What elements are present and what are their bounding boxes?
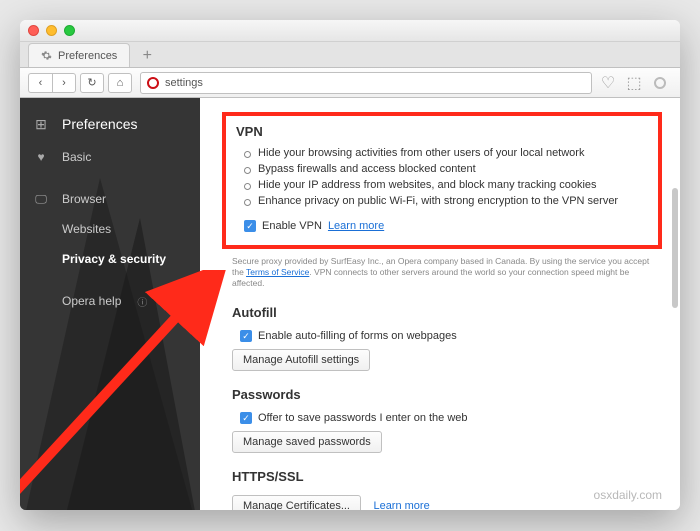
autofill-section: Autofill ✓ Enable auto-filling of forms … bbox=[222, 299, 662, 381]
enable-vpn-label: Enable VPN bbox=[262, 220, 322, 232]
manage-autofill-button[interactable]: Manage Autofill settings bbox=[232, 349, 370, 371]
manage-certificates-button[interactable]: Manage Certificates... bbox=[232, 495, 361, 510]
address-bar[interactable]: settings bbox=[140, 72, 592, 94]
address-text: settings bbox=[165, 77, 203, 89]
toolbar: ‹ › ↻ ⌂ settings ♡ ⬚ bbox=[20, 68, 680, 98]
watermark: osxdaily.com bbox=[594, 488, 662, 502]
gear-icon bbox=[41, 50, 52, 61]
forward-button[interactable]: › bbox=[52, 73, 76, 93]
scrollbar-thumb[interactable] bbox=[672, 188, 678, 308]
terms-link[interactable]: Terms of Service bbox=[246, 267, 309, 277]
reload-button[interactable]: ↻ bbox=[80, 73, 104, 93]
vpn-highlight-box: VPN Hide your browsing activities from o… bbox=[222, 112, 662, 249]
tab-preferences[interactable]: Preferences bbox=[28, 43, 130, 67]
vpn-bullet: Hide your browsing activities from other… bbox=[244, 145, 648, 161]
browser-window: Preferences + ‹ › ↻ ⌂ settings ♡ ⬚ ⊞ Pre… bbox=[20, 20, 680, 510]
grid-icon: ⊞ bbox=[34, 116, 48, 133]
sidebar-header: ⊞ Preferences bbox=[20, 106, 200, 142]
titlebar bbox=[20, 20, 680, 42]
vpn-fineprint: Secure proxy provided by SurfEasy Inc., … bbox=[222, 253, 662, 299]
nav-back-forward: ‹ › bbox=[28, 73, 76, 93]
manage-passwords-button[interactable]: Manage saved passwords bbox=[232, 431, 382, 453]
passwords-checkbox[interactable]: ✓ bbox=[240, 412, 252, 424]
sidebar-item-browser[interactable]: 🖵 Browser bbox=[20, 184, 200, 214]
vpn-heading: VPN bbox=[236, 124, 648, 139]
vpn-bullet-list: Hide your browsing activities from other… bbox=[236, 145, 648, 209]
autofill-heading: Autofill bbox=[232, 305, 652, 320]
passwords-section: Passwords ✓ Offer to save passwords I en… bbox=[222, 381, 662, 463]
https-section: HTTPS/SSL Manage Certificates... Learn m… bbox=[222, 463, 662, 510]
sidebar-item-privacy[interactable]: Privacy & security bbox=[20, 244, 200, 274]
vpn-learn-more-link[interactable]: Learn more bbox=[328, 220, 384, 232]
passwords-heading: Passwords bbox=[232, 387, 652, 402]
window-controls bbox=[28, 25, 75, 36]
home-button[interactable]: ⌂ bbox=[108, 73, 132, 93]
scrollbar[interactable] bbox=[672, 188, 678, 500]
vpn-bullet: Enhance privacy on public Wi-Fi, with st… bbox=[244, 193, 648, 209]
autofill-label: Enable auto-filling of forms on webpages bbox=[258, 330, 457, 342]
sidebar-item-help[interactable]: Opera help ⓘ bbox=[20, 286, 200, 316]
autofill-checkbox[interactable]: ✓ bbox=[240, 330, 252, 342]
maximize-window-button[interactable] bbox=[64, 25, 75, 36]
sidebar-item-basic[interactable]: ♥ Basic bbox=[20, 142, 200, 172]
vpn-bullet: Hide your IP address from websites, and … bbox=[244, 177, 648, 193]
main-panel: VPN Hide your browsing activities from o… bbox=[200, 98, 680, 510]
enable-vpn-row: ✓ Enable VPN Learn more bbox=[236, 217, 648, 235]
opera-menu-icon[interactable] bbox=[652, 75, 668, 91]
back-button[interactable]: ‹ bbox=[28, 73, 52, 93]
help-icon: ⓘ bbox=[137, 294, 147, 309]
enable-vpn-checkbox[interactable]: ✓ bbox=[244, 220, 256, 232]
minimize-window-button[interactable] bbox=[46, 25, 57, 36]
tab-bar: Preferences + bbox=[20, 42, 680, 68]
opera-icon bbox=[147, 77, 159, 89]
heart-icon: ♥ bbox=[34, 150, 48, 164]
sidebar-item-websites[interactable]: Websites bbox=[20, 214, 200, 244]
tab-label: Preferences bbox=[58, 50, 117, 62]
new-tab-button[interactable]: + bbox=[134, 45, 160, 67]
passwords-label: Offer to save passwords I enter on the w… bbox=[258, 412, 468, 424]
close-window-button[interactable] bbox=[28, 25, 39, 36]
heart-icon[interactable]: ♡ bbox=[600, 75, 616, 91]
content-area: ⊞ Preferences ♥ Basic 🖵 Browser Websites… bbox=[20, 98, 680, 510]
autofill-row: ✓ Enable auto-filling of forms on webpag… bbox=[232, 327, 652, 345]
https-learn-more-link[interactable]: Learn more bbox=[373, 500, 429, 510]
vpn-bullet: Bypass firewalls and access blocked cont… bbox=[244, 161, 648, 177]
toolbar-right: ♡ ⬚ bbox=[600, 75, 672, 91]
monitor-icon: 🖵 bbox=[34, 192, 48, 207]
https-heading: HTTPS/SSL bbox=[232, 469, 652, 484]
download-icon[interactable]: ⬚ bbox=[626, 75, 642, 91]
passwords-row: ✓ Offer to save passwords I enter on the… bbox=[232, 409, 652, 427]
sidebar: ⊞ Preferences ♥ Basic 🖵 Browser Websites… bbox=[20, 98, 200, 510]
